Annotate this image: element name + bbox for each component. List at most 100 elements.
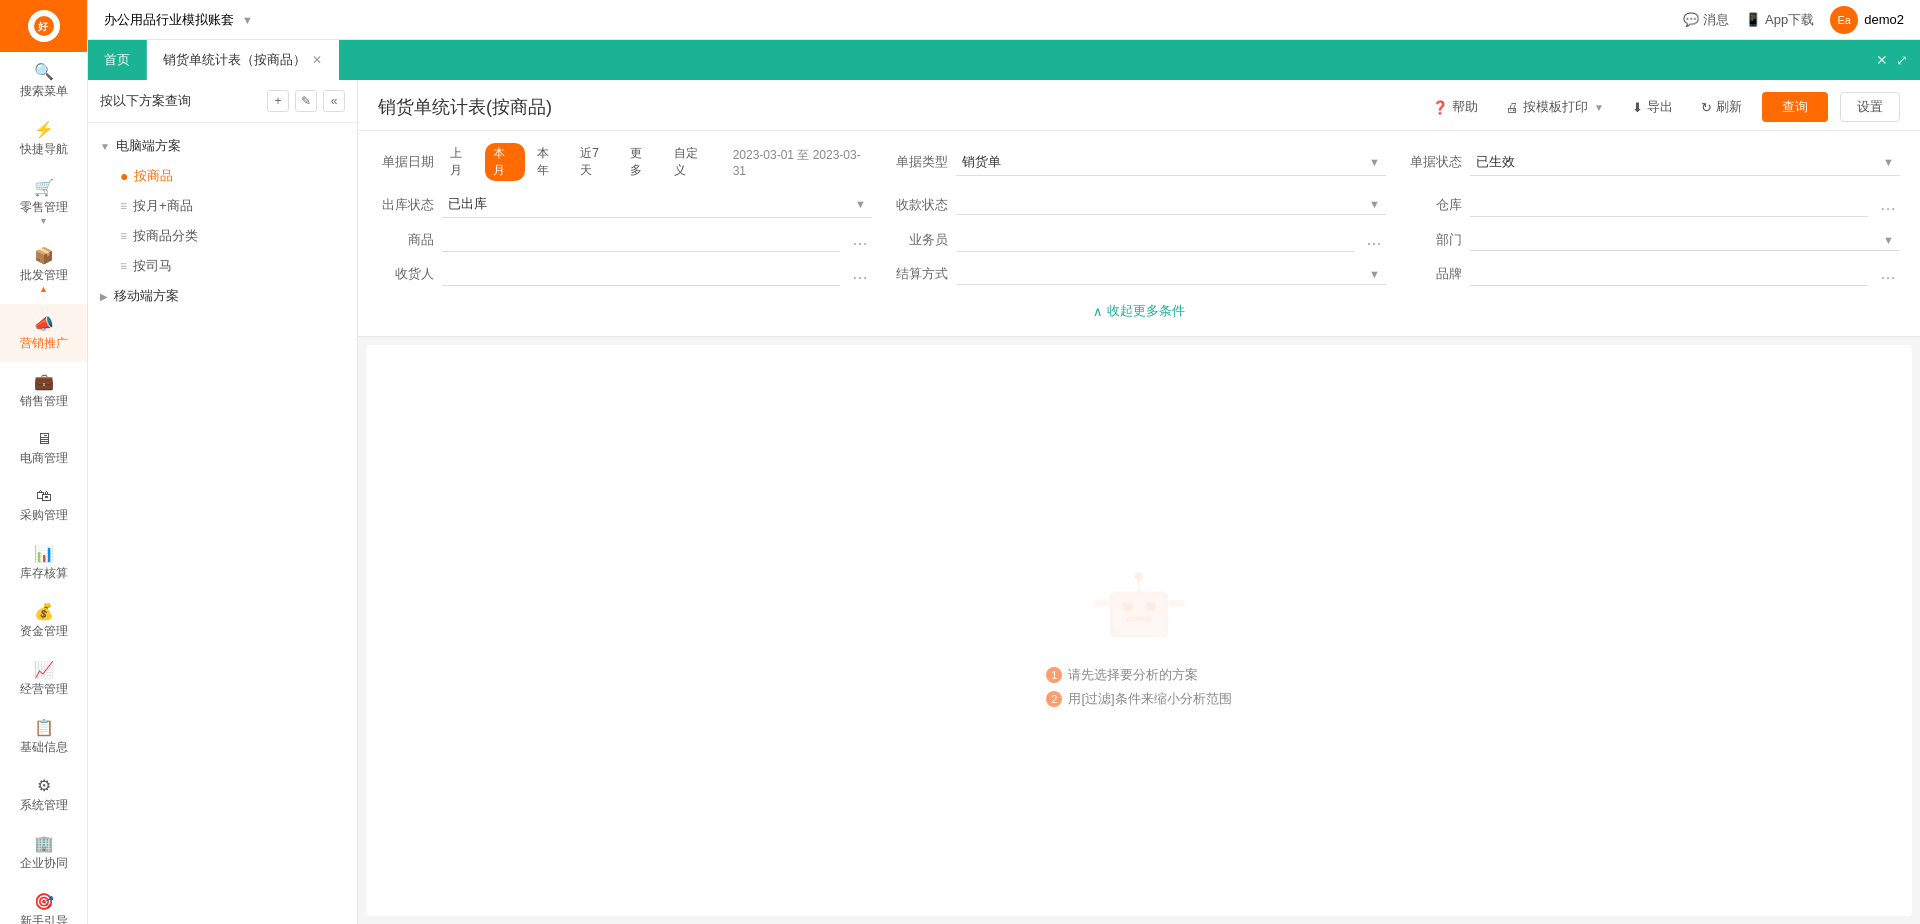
expand-arrow-icon: ▼ (100, 141, 110, 152)
tree-item-by-sima[interactable]: ≡ 按司马 (104, 251, 357, 281)
dropdown-arrow-icon[interactable]: ▼ (242, 14, 253, 26)
sidebar-item-basic[interactable]: 📋 基础信息 (0, 708, 87, 766)
product-input[interactable] (442, 228, 840, 252)
logo-area: 好 (0, 0, 87, 52)
sidebar-label-quicknav: 快捷导航 (20, 141, 68, 158)
tree-item-by-product[interactable]: ● 按商品 (104, 161, 357, 191)
payment-method-select[interactable]: ▼ (956, 264, 1386, 285)
date-tab-7days[interactable]: 近7天 (572, 143, 618, 181)
tree-group-mobile-header[interactable]: ▶ 移动端方案 (88, 281, 357, 311)
print-btn[interactable]: 🖨 按模板打印 ▼ (1498, 94, 1612, 120)
expand-arrow-mobile-icon: ▶ (100, 291, 108, 302)
receiver-dots-icon[interactable]: … (848, 265, 872, 283)
doc-type-select[interactable]: 销货单 ▼ (956, 149, 1386, 176)
out-status-select[interactable]: 已出库 ▼ (442, 191, 872, 218)
date-tab-this-year[interactable]: 本年 (529, 143, 568, 181)
edit-scheme-btn[interactable]: ✎ (295, 90, 317, 112)
doc-status-select[interactable]: 已生效 ▼ (1470, 149, 1900, 176)
sidebar-label-ecommerce: 电商管理 (20, 450, 68, 467)
sidebar-item-search[interactable]: 🔍 搜索菜单 (0, 52, 87, 110)
close-window-icon[interactable]: ✕ (1876, 52, 1888, 68)
message-btn[interactable]: 💬 消息 (1683, 11, 1729, 29)
logo-icon: 好 (28, 10, 60, 42)
operations-icon: 📈 (34, 660, 54, 679)
sidebar-item-inventory[interactable]: 📊 库存核算 (0, 534, 87, 592)
receiver-input[interactable] (442, 262, 840, 286)
help-btn[interactable]: ❓ 帮助 (1424, 94, 1486, 120)
settings-button[interactable]: 设置 (1840, 92, 1900, 122)
date-range-display: 2023-03-01 至 2023-03-31 (733, 147, 872, 178)
wholesale-icon: 📦 (34, 246, 54, 265)
filter-payment-method: 结算方式 ▼ (892, 264, 1386, 285)
system-icon: ⚙ (37, 776, 51, 795)
payment-status-select[interactable]: ▼ (956, 194, 1386, 215)
date-tab-this-month[interactable]: 本月 (485, 143, 524, 181)
basic-icon: 📋 (34, 718, 54, 737)
tab-home[interactable]: 首页 (88, 40, 147, 80)
left-panel-title: 按以下方案查询 (100, 92, 191, 110)
sidebar-item-enterprise[interactable]: 🏢 企业协同 (0, 824, 87, 882)
sidebar-item-quicknav[interactable]: ⚡ 快捷导航 (0, 110, 87, 168)
maximize-icon[interactable]: ⤢ (1896, 52, 1908, 68)
tree-item-by-month-product[interactable]: ≡ 按月+商品 (104, 191, 357, 221)
export-btn[interactable]: ⬇ 导出 (1624, 94, 1681, 120)
warehouse-dots-icon[interactable]: … (1876, 196, 1900, 214)
empty-tips: 1 请先选择要分析的方案 2 用[过滤]条件来缩小分析范围 (1046, 666, 1231, 708)
tree-item-by-category[interactable]: ≡ 按商品分类 (104, 221, 357, 251)
sidebar-label-newbie: 新手引导 (20, 913, 68, 924)
sidebar-item-wholesale[interactable]: 📦 批发管理 ▲ (0, 236, 87, 304)
collapse-arrow-icon: ∧ (1093, 304, 1103, 319)
tree-group-desktop-header[interactable]: ▼ 电脑端方案 (88, 131, 357, 161)
dept-arrow-icon: ▼ (1883, 234, 1894, 246)
refresh-btn[interactable]: ↻ 刷新 (1693, 94, 1750, 120)
sidebar-item-ecommerce[interactable]: 🖥 电商管理 (0, 420, 87, 477)
date-tab-more[interactable]: 更多 (622, 143, 661, 181)
filter-product: 商品 … (378, 228, 872, 252)
app-download-btn[interactable]: 📱 App下载 (1745, 11, 1814, 29)
brand-dots-icon[interactable]: … (1876, 265, 1900, 283)
warehouse-label: 仓库 (1406, 196, 1462, 214)
right-content: 销货单统计表(按商品) ❓ 帮助 🖨 按模板打印 ▼ ⬇ 导出 (358, 80, 1920, 924)
date-tabs: 上月 本月 本年 近7天 更多 自定义 (442, 143, 717, 181)
sidebar-item-marketing[interactable]: 📣 营销推广 (0, 304, 87, 362)
staff-input[interactable] (956, 228, 1354, 252)
date-tab-last-month[interactable]: 上月 (442, 143, 481, 181)
product-dots-icon[interactable]: … (848, 231, 872, 249)
top-bar-left: 办公用品行业模拟账套 ▼ (104, 11, 253, 29)
tip-text-1: 请先选择要分析的方案 (1068, 666, 1198, 684)
content-area: 按以下方案查询 + ✎ « ▼ 电脑端方案 ● (88, 80, 1920, 924)
tab-sales-stats[interactable]: 销货单统计表（按商品） ✕ (147, 40, 339, 80)
retail-icon: 🛒 (34, 178, 54, 197)
collapse-row[interactable]: ∧ 收起更多条件 (378, 296, 1900, 324)
filter-receiver: 收货人 … (378, 262, 872, 286)
brand-label: 品牌 (1406, 265, 1462, 283)
sidebar-item-finance[interactable]: 💰 资金管理 (0, 592, 87, 650)
add-scheme-btn[interactable]: + (267, 90, 289, 112)
user-area[interactable]: Ea demo2 (1830, 6, 1904, 34)
sidebar-item-operations[interactable]: 📈 经营管理 (0, 650, 87, 708)
brand-input[interactable] (1470, 262, 1868, 286)
top-bar-right: 💬 消息 📱 App下载 Ea demo2 (1683, 6, 1904, 34)
print-dropdown-icon: ▼ (1594, 102, 1604, 113)
warehouse-input[interactable] (1470, 193, 1868, 217)
filter-area: 单据日期 上月 本月 本年 近7天 更多 自定义 2023-03-01 至 20… (358, 131, 1920, 337)
sidebar-label-basic: 基础信息 (20, 739, 68, 756)
staff-dots-icon[interactable]: … (1362, 231, 1386, 249)
dept-select[interactable]: ▼ (1470, 230, 1900, 251)
svg-rect-8 (1168, 599, 1185, 606)
empty-tip-1: 1 请先选择要分析的方案 (1046, 666, 1231, 684)
sidebar-item-purchase[interactable]: 🛍 采购管理 (0, 477, 87, 534)
sidebar-label-system: 系统管理 (20, 797, 68, 814)
filter-dept: 部门 ▼ (1406, 230, 1900, 251)
date-tab-custom[interactable]: 自定义 (666, 143, 717, 181)
sidebar-item-system[interactable]: ⚙ 系统管理 (0, 766, 87, 824)
doc-status-label: 单据状态 (1406, 153, 1462, 171)
sidebar-item-retail[interactable]: 🛒 零售管理 ▼ (0, 168, 87, 236)
collapse-panel-btn[interactable]: « (323, 90, 345, 112)
tip-num-2: 2 (1046, 691, 1062, 707)
sidebar-item-sales[interactable]: 💼 销售管理 (0, 362, 87, 420)
close-tab-icon[interactable]: ✕ (312, 53, 322, 67)
query-button[interactable]: 查询 (1762, 92, 1828, 122)
sidebar-item-newbie[interactable]: 🎯 新手引导 (0, 882, 87, 924)
tree-item-by-product-label: 按商品 (134, 167, 173, 185)
